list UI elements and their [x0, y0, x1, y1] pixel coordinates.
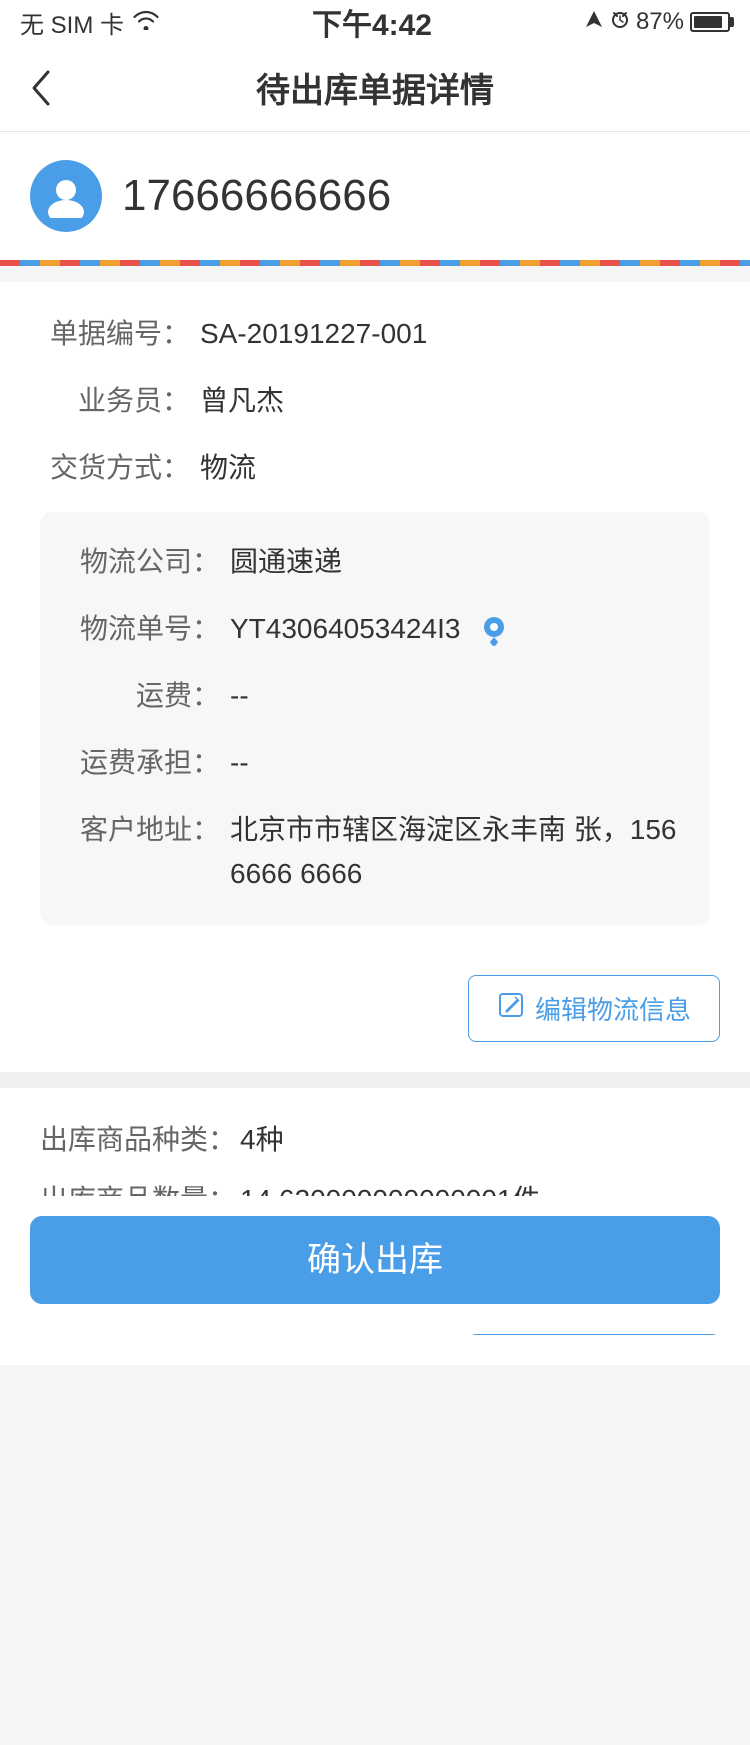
freight-bearer-label: 运费承担： — [70, 741, 220, 786]
back-button[interactable] — [28, 68, 52, 108]
logistics-company-value: 圆通速递 — [230, 540, 680, 585]
delivery-method-label: 交货方式： — [40, 446, 190, 491]
spacer — [0, 1365, 750, 1605]
tracking-num-row: 物流单号： YT43064053424I3 — [70, 607, 680, 652]
tracking-num-value: YT43064053424I3 — [230, 607, 680, 652]
confirm-btn-wrap: 确认出库 — [0, 1196, 750, 1334]
user-header: 17666666666 — [0, 132, 750, 260]
battery-icon — [690, 12, 730, 32]
dashed-divider — [0, 260, 750, 266]
doc-num-row: 单据编号： SA-20191227-001 — [40, 312, 710, 357]
goods-types-label: 出库商品种类： — [40, 1118, 240, 1158]
freight-bearer-value: -- — [230, 741, 680, 786]
status-time: 下午4:42 — [312, 0, 432, 44]
user-phone: 17666666666 — [122, 171, 391, 221]
nav-bar: 待出库单据详情 — [0, 44, 750, 132]
logistics-company-row: 物流公司： 圆通速递 — [70, 540, 680, 585]
alarm-icon — [610, 8, 630, 36]
address-label: 客户地址： — [70, 808, 220, 853]
section-divider — [0, 1072, 750, 1088]
status-right: 87% — [584, 8, 730, 36]
address-value: 北京市市辖区海淀区永丰南 张，156 6666 6666 — [230, 808, 680, 898]
goods-types-row: 出库商品种类： 4种 — [40, 1118, 710, 1158]
freight-value: -- — [230, 674, 680, 719]
location-arrow-icon — [584, 8, 604, 36]
tracking-num-label: 物流单号： — [70, 607, 220, 652]
edit-logistics-label: 编辑物流信息 — [535, 990, 691, 1027]
freight-bearer-row: 运费承担： -- — [70, 741, 680, 786]
avatar — [30, 160, 102, 232]
battery-percentage: 87% — [636, 8, 684, 36]
salesman-row: 业务员： 曾凡杰 — [40, 379, 710, 424]
salesman-label: 业务员： — [40, 379, 190, 424]
location-icon[interactable] — [474, 610, 514, 650]
document-info-section: 单据编号： SA-20191227-001 业务员： 曾凡杰 交货方式： 物流 … — [0, 282, 750, 955]
wifi-icon — [132, 8, 160, 37]
doc-num-value: SA-20191227-001 — [200, 312, 710, 357]
edit-logistics-button[interactable]: 编辑物流信息 — [468, 975, 720, 1042]
edit-logistics-btn-wrap: 编辑物流信息 — [0, 955, 750, 1072]
address-row: 客户地址： 北京市市辖区海淀区永丰南 张，156 6666 6666 — [70, 808, 680, 898]
delivery-method-row: 交货方式： 物流 — [40, 446, 710, 491]
edit-icon — [497, 991, 525, 1026]
status-left: 无 SIM 卡 — [20, 5, 160, 40]
page-title: 待出库单据详情 — [256, 63, 494, 112]
goods-types-value: 4种 — [240, 1118, 284, 1158]
salesman-value: 曾凡杰 — [200, 379, 710, 424]
carrier-label: 无 SIM 卡 — [20, 5, 124, 40]
freight-row: 运费： -- — [70, 674, 680, 719]
confirm-outbound-button[interactable]: 确认出库 — [30, 1216, 720, 1304]
freight-label: 运费： — [70, 674, 220, 719]
logistics-company-label: 物流公司： — [70, 540, 220, 585]
logistics-card: 物流公司： 圆通速递 物流单号： YT43064053424I3 — [40, 512, 710, 925]
doc-num-label: 单据编号： — [40, 312, 190, 357]
delivery-method-value: 物流 — [200, 446, 710, 491]
status-bar: 无 SIM 卡 下午4:42 — [0, 0, 750, 44]
